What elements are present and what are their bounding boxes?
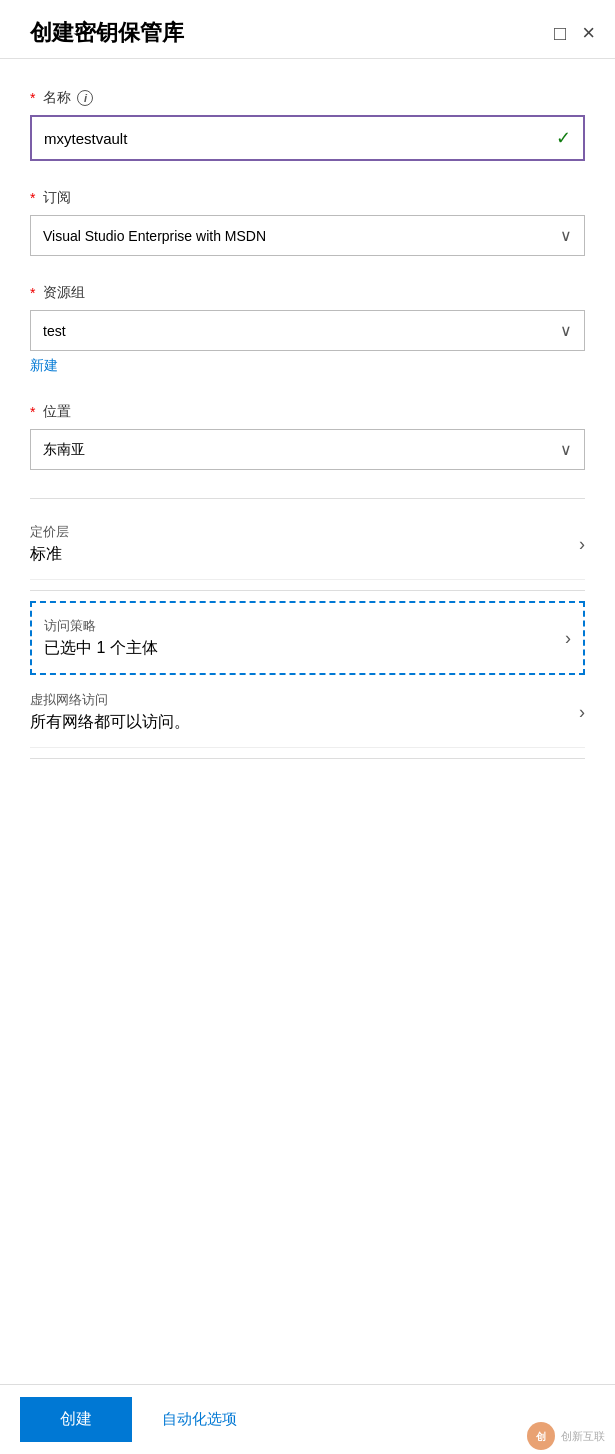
name-input[interactable]: mxytestvault ✓ bbox=[30, 115, 585, 161]
location-label-text: 位置 bbox=[43, 403, 71, 421]
pricing-tier-label: 定价层 bbox=[30, 523, 69, 541]
resource-group-new-link[interactable]: 新建 bbox=[30, 357, 58, 375]
close-button[interactable]: × bbox=[582, 20, 595, 46]
location-field-group: * 位置 东南亚 ∨ bbox=[30, 403, 585, 470]
access-policy-row[interactable]: 访问策略 已选中 1 个主体 › bbox=[30, 601, 585, 675]
subscription-field-group: * 订阅 Visual Studio Enterprise with MSDN … bbox=[30, 189, 585, 256]
virtual-network-label: 虚拟网络访问 bbox=[30, 691, 190, 709]
name-field-label: * 名称 i bbox=[30, 89, 585, 107]
pricing-tier-value: 标准 bbox=[30, 544, 69, 565]
location-select[interactable]: 东南亚 ∨ bbox=[30, 429, 585, 470]
footer: 创建 自动化选项 创 创新互联 bbox=[0, 1384, 615, 1454]
create-button[interactable]: 创建 bbox=[20, 1397, 132, 1442]
access-policy-content: 访问策略 已选中 1 个主体 bbox=[44, 617, 158, 659]
location-field-label: * 位置 bbox=[30, 403, 585, 421]
name-value: mxytestvault bbox=[44, 130, 127, 147]
divider-3 bbox=[30, 758, 585, 759]
dialog-title: 创建密钥保管库 bbox=[30, 18, 184, 48]
virtual-network-value: 所有网络都可以访问。 bbox=[30, 712, 190, 733]
resource-group-required-star: * bbox=[30, 285, 35, 301]
access-policy-value: 已选中 1 个主体 bbox=[44, 638, 158, 659]
subscription-label-text: 订阅 bbox=[43, 189, 71, 207]
resource-group-field-label: * 资源组 bbox=[30, 284, 585, 302]
location-required-star: * bbox=[30, 404, 35, 420]
automation-options-button[interactable]: 自动化选项 bbox=[162, 1410, 237, 1429]
resource-group-select[interactable]: test ∨ bbox=[30, 310, 585, 351]
access-policy-label: 访问策略 bbox=[44, 617, 158, 635]
name-valid-icon: ✓ bbox=[556, 127, 571, 149]
watermark: 创 创新互联 bbox=[527, 1422, 605, 1450]
name-label-text: 名称 bbox=[43, 89, 71, 107]
virtual-network-content: 虚拟网络访问 所有网络都可以访问。 bbox=[30, 691, 190, 733]
resource-group-chevron-icon: ∨ bbox=[560, 321, 572, 340]
name-required-star: * bbox=[30, 90, 35, 106]
window-controls: □ × bbox=[554, 20, 595, 46]
divider-1 bbox=[30, 498, 585, 499]
resource-group-label-text: 资源组 bbox=[43, 284, 85, 302]
create-key-vault-dialog: 创建密钥保管库 □ × * 名称 i mxytestvault ✓ * 订阅 bbox=[0, 0, 615, 1454]
watermark-text: 创新互联 bbox=[561, 1429, 605, 1444]
form-content: * 名称 i mxytestvault ✓ * 订阅 Visual Studio… bbox=[0, 59, 615, 1454]
access-policy-chevron-icon: › bbox=[565, 628, 571, 649]
name-info-icon[interactable]: i bbox=[77, 90, 93, 106]
location-value: 东南亚 bbox=[43, 441, 85, 459]
resource-group-field-group: * 资源组 test ∨ 新建 bbox=[30, 284, 585, 375]
pricing-tier-chevron-icon: › bbox=[579, 534, 585, 555]
subscription-select[interactable]: Visual Studio Enterprise with MSDN ∨ bbox=[30, 215, 585, 256]
title-bar: 创建密钥保管库 □ × bbox=[0, 0, 615, 59]
svg-text:创: 创 bbox=[535, 1431, 546, 1442]
watermark-logo: 创 bbox=[527, 1422, 555, 1450]
maximize-button[interactable]: □ bbox=[554, 22, 566, 45]
virtual-network-row[interactable]: 虚拟网络访问 所有网络都可以访问。 › bbox=[30, 677, 585, 748]
pricing-tier-content: 定价层 标准 bbox=[30, 523, 69, 565]
subscription-value: Visual Studio Enterprise with MSDN bbox=[43, 228, 266, 244]
virtual-network-chevron-icon: › bbox=[579, 702, 585, 723]
subscription-chevron-icon: ∨ bbox=[560, 226, 572, 245]
divider-2 bbox=[30, 590, 585, 591]
pricing-tier-row[interactable]: 定价层 标准 › bbox=[30, 509, 585, 580]
subscription-required-star: * bbox=[30, 190, 35, 206]
subscription-field-label: * 订阅 bbox=[30, 189, 585, 207]
location-chevron-icon: ∨ bbox=[560, 440, 572, 459]
resource-group-value: test bbox=[43, 323, 66, 339]
name-field-group: * 名称 i mxytestvault ✓ bbox=[30, 89, 585, 161]
